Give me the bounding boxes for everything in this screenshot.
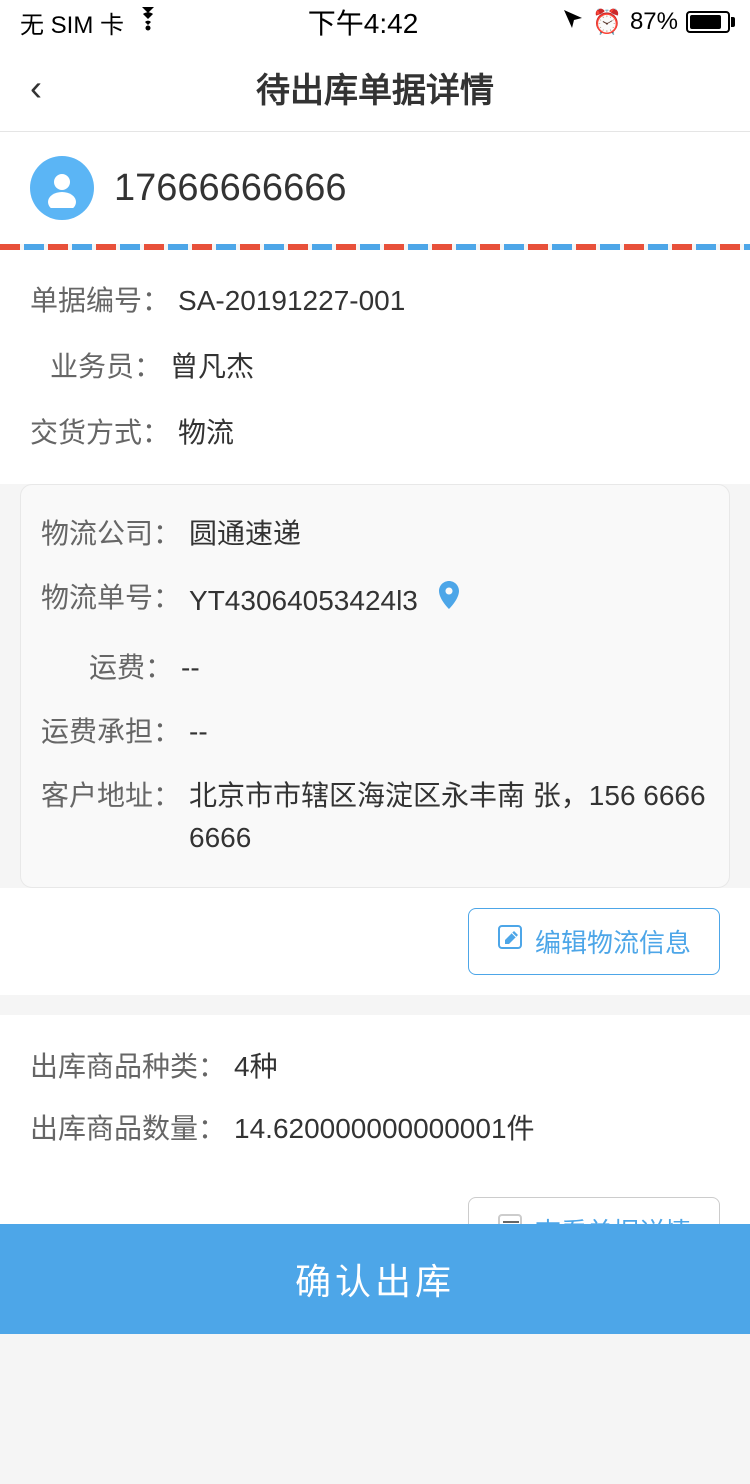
goods-quantity-row: 出库商品数量： 14.620000000000001件 — [30, 1107, 720, 1147]
address-row: 客户地址： 北京市市辖区海淀区永丰南 张，156 6666 6666 — [41, 775, 709, 859]
freight-row: 运费： -- — [41, 647, 709, 689]
goods-types-row: 出库商品种类： 4种 — [30, 1045, 720, 1085]
nav-bar: ‹ 待出库单据详情 — [0, 44, 750, 132]
carrier-text: 无 SIM 卡 — [20, 5, 124, 40]
logistics-company-label: 物流公司： — [41, 513, 189, 555]
battery-percentage: 87% — [630, 8, 678, 36]
page-title: 待出库单据详情 — [256, 63, 494, 112]
section-gap-1 — [0, 995, 750, 1015]
confirm-button[interactable]: 确认出库 — [0, 1224, 750, 1334]
delivery-method-value: 物流 — [178, 412, 720, 454]
customer-phone: 17666666666 — [114, 167, 346, 210]
goods-quantity-label: 出库商品数量： — [30, 1107, 234, 1147]
delivery-method-row: 交货方式： 物流 — [30, 412, 720, 454]
logistics-company-value: 圆通速递 — [189, 513, 709, 555]
document-number-value: SA-20191227-001 — [178, 280, 720, 322]
order-info-section: 单据编号： SA-20191227-001 业务员： 曾凡杰 交货方式： 物流 — [0, 250, 750, 484]
logistics-card: 物流公司： 圆通速递 物流单号： YT43064053424l3 运费： -- … — [20, 484, 730, 888]
freight-label: 运费： — [41, 647, 181, 689]
sales-person-row: 业务员： 曾凡杰 — [30, 346, 720, 388]
confirm-button-label: 确认出库 — [295, 1253, 455, 1305]
address-value: 北京市市辖区海淀区永丰南 张，156 6666 6666 — [189, 775, 709, 859]
logistics-company-row: 物流公司： 圆通速递 — [41, 513, 709, 555]
freight-value: -- — [181, 647, 709, 689]
document-number-label: 单据编号： — [30, 280, 178, 322]
tracking-location-icon[interactable] — [432, 577, 466, 625]
edit-icon — [497, 924, 525, 959]
edit-logistics-button[interactable]: 编辑物流信息 — [468, 908, 720, 975]
freight-bearer-row: 运费承担： -- — [41, 711, 709, 753]
customer-header: 17666666666 — [0, 132, 750, 244]
goods-types-value: 4种 — [234, 1045, 278, 1085]
wifi-icon — [132, 7, 164, 38]
address-label: 客户地址： — [41, 775, 189, 817]
document-number-row: 单据编号： SA-20191227-001 — [30, 280, 720, 322]
battery-icon — [686, 11, 730, 33]
freight-bearer-label: 运费承担： — [41, 711, 189, 753]
delivery-method-label: 交货方式： — [30, 412, 178, 454]
status-bar-left: 无 SIM 卡 — [20, 5, 164, 40]
alarm-icon: ⏰ — [592, 8, 622, 37]
location-arrow-icon — [562, 8, 584, 37]
avatar — [30, 156, 94, 220]
edit-logistics-label: 编辑物流信息 — [535, 923, 691, 960]
sales-person-label: 业务员： — [30, 346, 170, 388]
sales-person-value: 曾凡杰 — [170, 346, 720, 388]
goods-quantity-value: 14.620000000000001件 — [234, 1107, 535, 1147]
status-bar-time: 下午4:42 — [308, 2, 419, 42]
edit-logistics-row: 编辑物流信息 — [0, 888, 750, 995]
status-bar: 无 SIM 卡 下午4:42 ⏰ 87% — [0, 0, 750, 44]
status-bar-right: ⏰ 87% — [562, 8, 730, 37]
tracking-number-row: 物流单号： YT43064053424l3 — [41, 577, 709, 625]
tracking-number-label: 物流单号： — [41, 577, 189, 619]
goods-section: 出库商品种类： 4种 出库商品数量： 14.620000000000001件 — [0, 1015, 750, 1177]
freight-bearer-value: -- — [189, 711, 709, 753]
tracking-number-value: YT43064053424l3 — [189, 577, 709, 625]
goods-types-label: 出库商品种类： — [30, 1045, 234, 1085]
back-button[interactable]: ‹ — [30, 67, 42, 109]
